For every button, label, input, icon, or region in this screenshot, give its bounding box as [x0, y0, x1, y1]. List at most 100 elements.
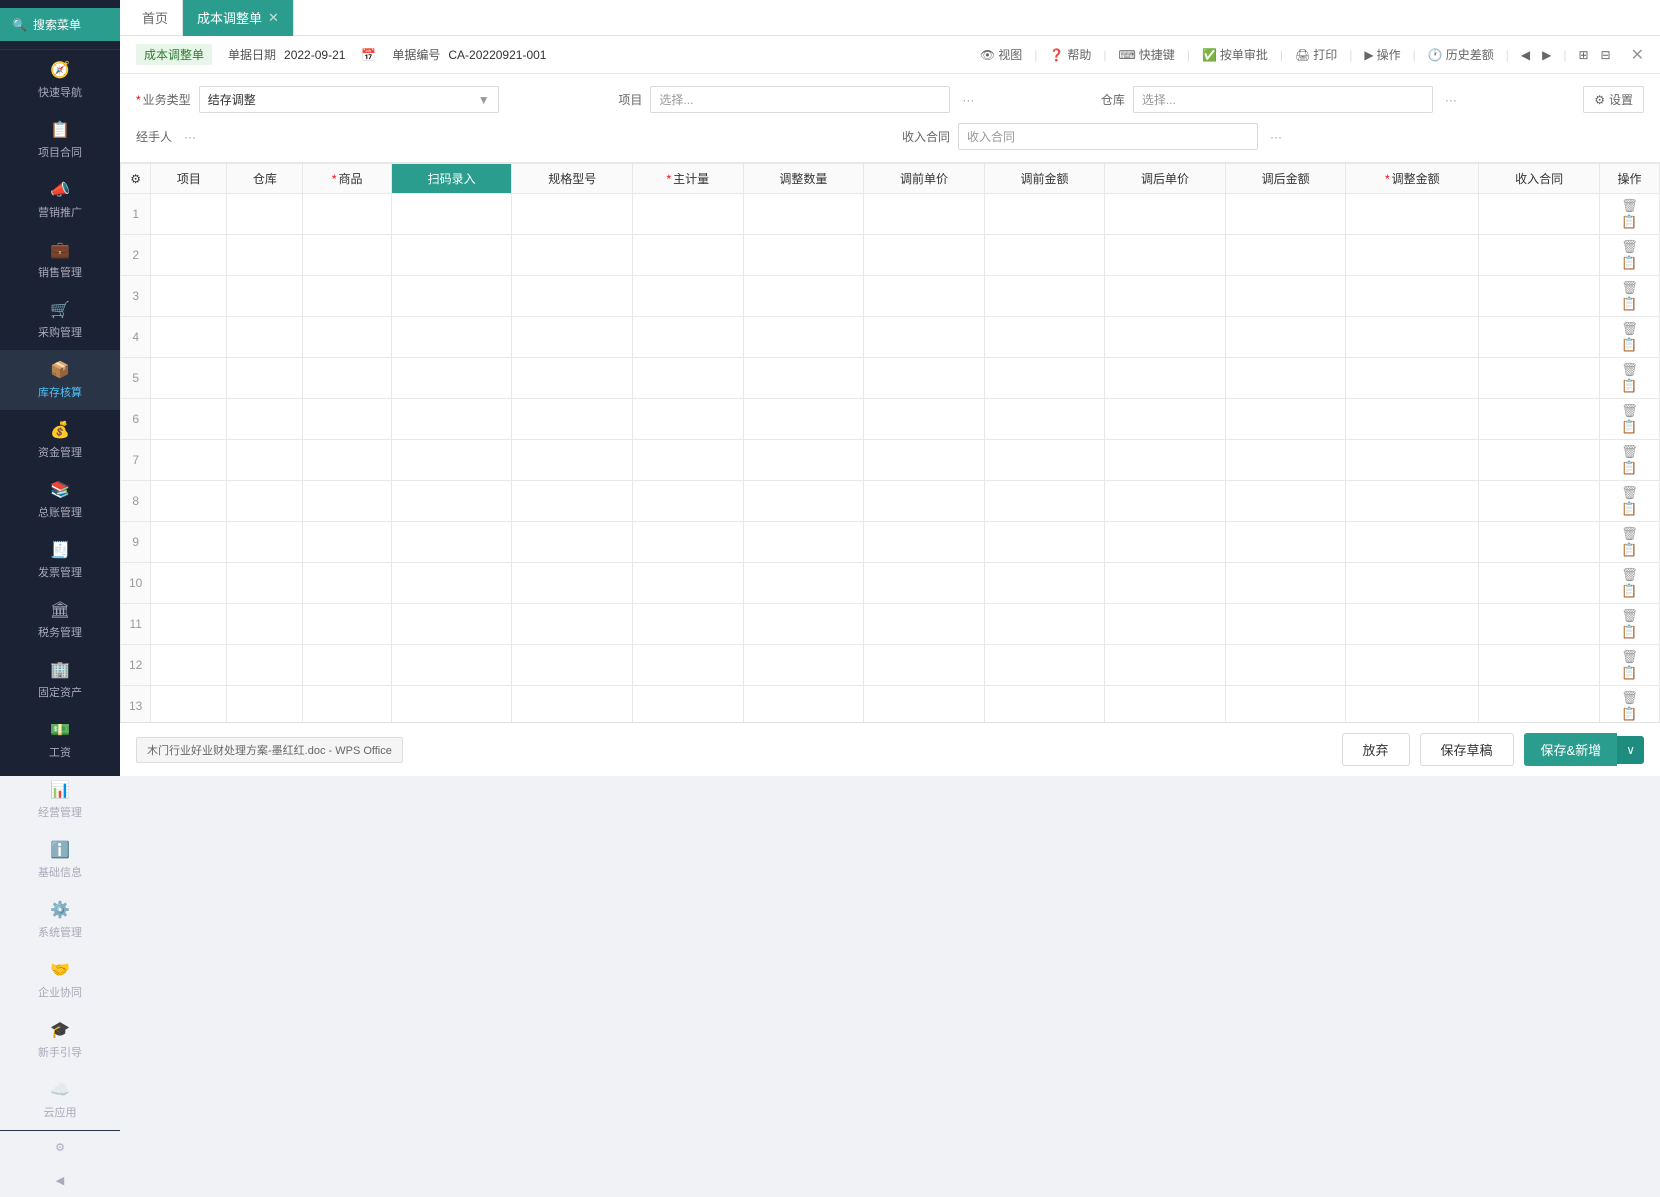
cell-project-12[interactable] [151, 645, 227, 686]
cell-adj-amount-10[interactable] [1346, 563, 1479, 604]
cell-project-5[interactable] [151, 358, 227, 399]
cell-before-price-11[interactable] [864, 604, 985, 645]
cell-adj-amount-3[interactable] [1346, 276, 1479, 317]
cell-spec-10[interactable] [512, 563, 633, 604]
cell-after-amount-9[interactable] [1225, 522, 1346, 563]
sidebar-item-cloud-apps[interactable]: ☁️云应用 [0, 1070, 120, 1130]
cell-adj-amount-13[interactable] [1346, 686, 1479, 723]
copy-row-9-icon[interactable]: 📋 [1619, 540, 1639, 559]
sidebar-item-invoice-mgmt[interactable]: 🧾发票管理 [0, 530, 120, 590]
th-scan[interactable]: 扫码录入 [391, 164, 512, 194]
cell-product-4[interactable] [303, 317, 391, 358]
cell-warehouse-5[interactable] [227, 358, 303, 399]
copy-row-5-icon[interactable]: 📋 [1619, 376, 1639, 395]
income-contract-more-icon[interactable]: ··· [1270, 130, 1282, 144]
sidebar-collapse-button[interactable]: ◀ [0, 1164, 120, 1197]
abandon-button[interactable]: 放弃 [1342, 733, 1410, 766]
next-action[interactable]: ▶ [1542, 48, 1551, 62]
cell-before-amount-12[interactable] [984, 645, 1105, 686]
cell-spec-1[interactable] [512, 194, 633, 235]
cell-spec-6[interactable] [512, 399, 633, 440]
cell-product-6[interactable] [303, 399, 391, 440]
cell-spec-2[interactable] [512, 235, 633, 276]
cell-adj-qty-13[interactable] [743, 686, 864, 723]
cell-adj-qty-2[interactable] [743, 235, 864, 276]
cell-warehouse-9[interactable] [227, 522, 303, 563]
cell-income-contract-5[interactable] [1479, 358, 1600, 399]
calendar-icon[interactable]: 📅 [361, 48, 376, 62]
cell-adj-amount-6[interactable] [1346, 399, 1479, 440]
history-action[interactable]: 🕐历史差额 [1428, 46, 1494, 63]
sidebar-item-purchase-mgmt[interactable]: 🛒采购管理 [0, 290, 120, 350]
cell-after-price-5[interactable] [1105, 358, 1226, 399]
cell-spec-12[interactable] [512, 645, 633, 686]
cell-income-contract-9[interactable] [1479, 522, 1600, 563]
cell-income-contract-12[interactable] [1479, 645, 1600, 686]
cell-after-amount-7[interactable] [1225, 440, 1346, 481]
expand-action[interactable]: ⊞ [1578, 48, 1588, 62]
cell-before-price-6[interactable] [864, 399, 985, 440]
cell-before-amount-8[interactable] [984, 481, 1105, 522]
view-action[interactable]: 👁视图 [980, 46, 1022, 63]
cell-project-7[interactable] [151, 440, 227, 481]
cell-unit-7[interactable] [632, 440, 743, 481]
cell-product-5[interactable] [303, 358, 391, 399]
cell-after-amount-3[interactable] [1225, 276, 1346, 317]
cell-after-price-6[interactable] [1105, 399, 1226, 440]
cell-before-amount-13[interactable] [984, 686, 1105, 723]
cell-project-6[interactable] [151, 399, 227, 440]
warehouse-more-icon[interactable]: ··· [1445, 93, 1457, 107]
cell-after-price-10[interactable] [1105, 563, 1226, 604]
cell-adj-qty-3[interactable] [743, 276, 864, 317]
cell-project-10[interactable] [151, 563, 227, 604]
cell-adj-amount-12[interactable] [1346, 645, 1479, 686]
cell-adj-amount-8[interactable] [1346, 481, 1479, 522]
cell-income-contract-2[interactable] [1479, 235, 1600, 276]
cell-adj-qty-9[interactable] [743, 522, 864, 563]
sidebar-search-button[interactable]: 🔍 搜索菜单 [0, 8, 120, 41]
cell-income-contract-11[interactable] [1479, 604, 1600, 645]
cell-before-price-10[interactable] [864, 563, 985, 604]
cell-project-13[interactable] [151, 686, 227, 723]
sidebar-item-enterprise-collab[interactable]: 🤝企业协同 [0, 950, 120, 1010]
cell-after-amount-11[interactable] [1225, 604, 1346, 645]
copy-row-8-icon[interactable]: 📋 [1619, 499, 1639, 518]
cell-product-8[interactable] [303, 481, 391, 522]
cell-scan-5[interactable] [391, 358, 512, 399]
cell-income-contract-7[interactable] [1479, 440, 1600, 481]
cell-spec-3[interactable] [512, 276, 633, 317]
cell-unit-9[interactable] [632, 522, 743, 563]
cell-income-contract-1[interactable] [1479, 194, 1600, 235]
copy-row-10-icon[interactable]: 📋 [1619, 581, 1639, 600]
cell-project-3[interactable] [151, 276, 227, 317]
cell-after-price-7[interactable] [1105, 440, 1226, 481]
cell-warehouse-11[interactable] [227, 604, 303, 645]
cell-adj-qty-7[interactable] [743, 440, 864, 481]
cell-income-contract-3[interactable] [1479, 276, 1600, 317]
cell-adj-amount-4[interactable] [1346, 317, 1479, 358]
cell-income-contract-13[interactable] [1479, 686, 1600, 723]
copy-row-11-icon[interactable]: 📋 [1619, 622, 1639, 641]
copy-row-4-icon[interactable]: 📋 [1619, 335, 1639, 354]
review-action[interactable]: ✅按单审批 [1202, 46, 1268, 63]
cell-after-amount-10[interactable] [1225, 563, 1346, 604]
cell-scan-9[interactable] [391, 522, 512, 563]
cell-project-11[interactable] [151, 604, 227, 645]
cell-spec-8[interactable] [512, 481, 633, 522]
cell-after-amount-1[interactable] [1225, 194, 1346, 235]
cell-after-amount-4[interactable] [1225, 317, 1346, 358]
cell-before-amount-1[interactable] [984, 194, 1105, 235]
prev-action[interactable]: ◀ [1521, 48, 1530, 62]
shortcut-action[interactable]: ⌨快捷键 [1118, 46, 1174, 63]
cell-unit-12[interactable] [632, 645, 743, 686]
cell-after-price-9[interactable] [1105, 522, 1226, 563]
cell-adj-qty-8[interactable] [743, 481, 864, 522]
cell-before-price-7[interactable] [864, 440, 985, 481]
operation-action[interactable]: ▶操作 [1364, 46, 1400, 63]
cell-before-amount-7[interactable] [984, 440, 1105, 481]
cell-after-amount-5[interactable] [1225, 358, 1346, 399]
cell-spec-5[interactable] [512, 358, 633, 399]
cell-unit-1[interactable] [632, 194, 743, 235]
cell-warehouse-10[interactable] [227, 563, 303, 604]
cell-before-price-9[interactable] [864, 522, 985, 563]
